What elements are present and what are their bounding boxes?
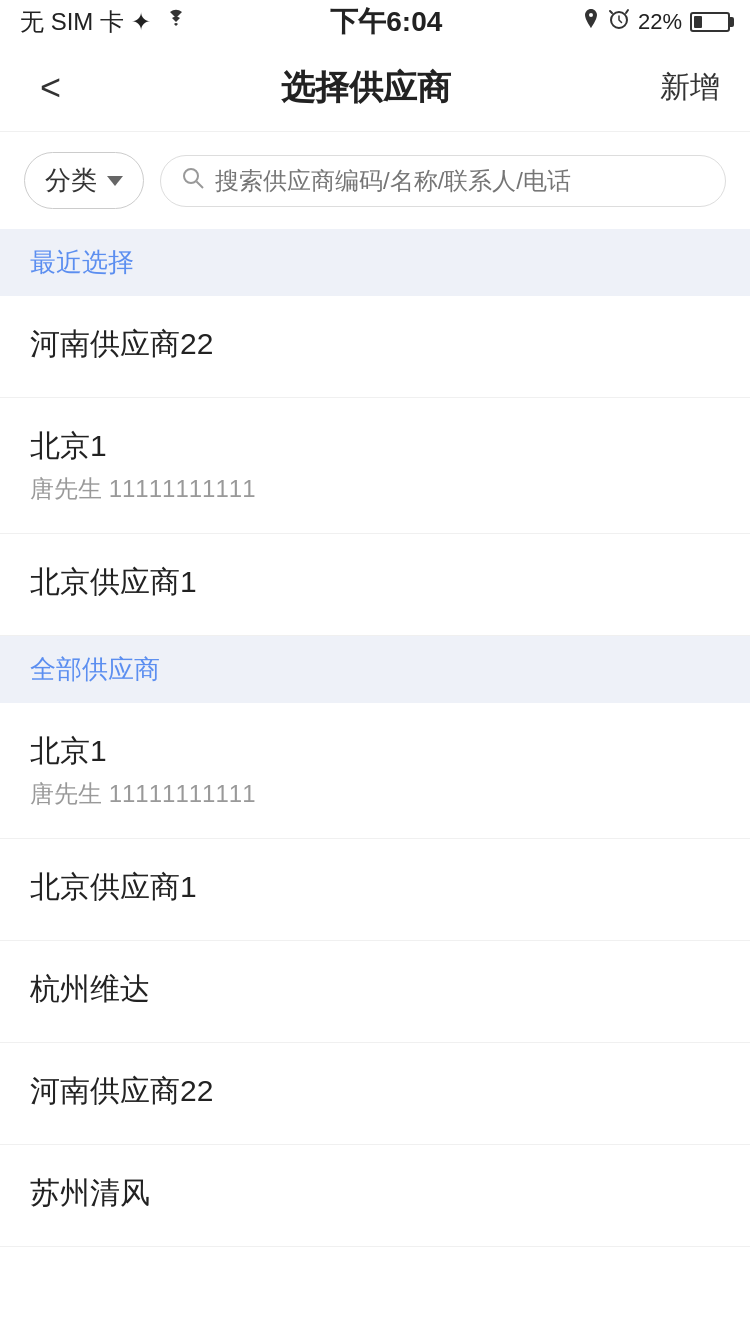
- item-name: 北京1: [30, 426, 720, 467]
- all-list-item[interactable]: 河南供应商22: [0, 1043, 750, 1145]
- page-title: 选择供应商: [281, 65, 451, 111]
- recent-section-label: 最近选择: [30, 247, 134, 277]
- status-time: 下午6:04: [330, 3, 442, 41]
- recent-section-header: 最近选择: [0, 229, 750, 296]
- all-list-item[interactable]: 北京1 唐先生 11111111111: [0, 703, 750, 839]
- item-name: 河南供应商22: [30, 1071, 720, 1112]
- all-list-item[interactable]: 北京供应商1: [0, 839, 750, 941]
- battery-percent: 22%: [638, 9, 682, 35]
- all-section-label: 全部供应商: [30, 654, 160, 684]
- all-list-item[interactable]: 杭州维达: [0, 941, 750, 1043]
- all-list-item[interactable]: 苏州清风: [0, 1145, 750, 1247]
- search-input[interactable]: [215, 167, 705, 195]
- all-section-header: 全部供应商: [0, 636, 750, 703]
- status-right: 22%: [582, 8, 730, 36]
- alarm-icon: [608, 8, 630, 36]
- svg-line-2: [197, 181, 204, 188]
- item-name: 北京1: [30, 731, 720, 772]
- recent-list-item[interactable]: 北京供应商1: [0, 534, 750, 636]
- chevron-down-icon: [107, 176, 123, 186]
- status-bar: 无 SIM 卡 ✦ 下午6:04 22%: [0, 0, 750, 44]
- svg-point-1: [184, 169, 198, 183]
- all-list: 北京1 唐先生 11111111111 北京供应商1 杭州维达河南供应商22 苏州清风: [0, 703, 750, 1247]
- item-name: 北京供应商1: [30, 562, 720, 603]
- item-name: 河南供应商22: [30, 324, 720, 365]
- category-label: 分类: [45, 163, 97, 198]
- item-detail: 唐先生 11111111111: [30, 473, 720, 505]
- filter-bar: 分类: [0, 132, 750, 229]
- status-left: 无 SIM 卡 ✦: [20, 6, 191, 38]
- nav-bar: < 选择供应商 新增: [0, 44, 750, 132]
- item-name: 北京供应商1: [30, 867, 720, 908]
- add-button[interactable]: 新增: [660, 67, 720, 108]
- search-box: [160, 155, 726, 207]
- wifi-icon: [161, 8, 191, 36]
- recent-list: 河南供应商22 北京1 唐先生 11111111111 北京供应商1: [0, 296, 750, 636]
- item-name: 杭州维达: [30, 969, 720, 1010]
- recent-list-item[interactable]: 北京1 唐先生 11111111111: [0, 398, 750, 534]
- search-icon: [181, 166, 205, 196]
- location-icon: [582, 8, 600, 36]
- item-name: 苏州清风: [30, 1173, 720, 1214]
- battery-icon: [690, 12, 730, 32]
- category-filter-button[interactable]: 分类: [24, 152, 144, 209]
- recent-list-item[interactable]: 河南供应商22: [0, 296, 750, 398]
- item-detail: 唐先生 11111111111: [30, 778, 720, 810]
- sim-status: 无 SIM 卡 ✦: [20, 6, 151, 38]
- back-button[interactable]: <: [30, 57, 71, 119]
